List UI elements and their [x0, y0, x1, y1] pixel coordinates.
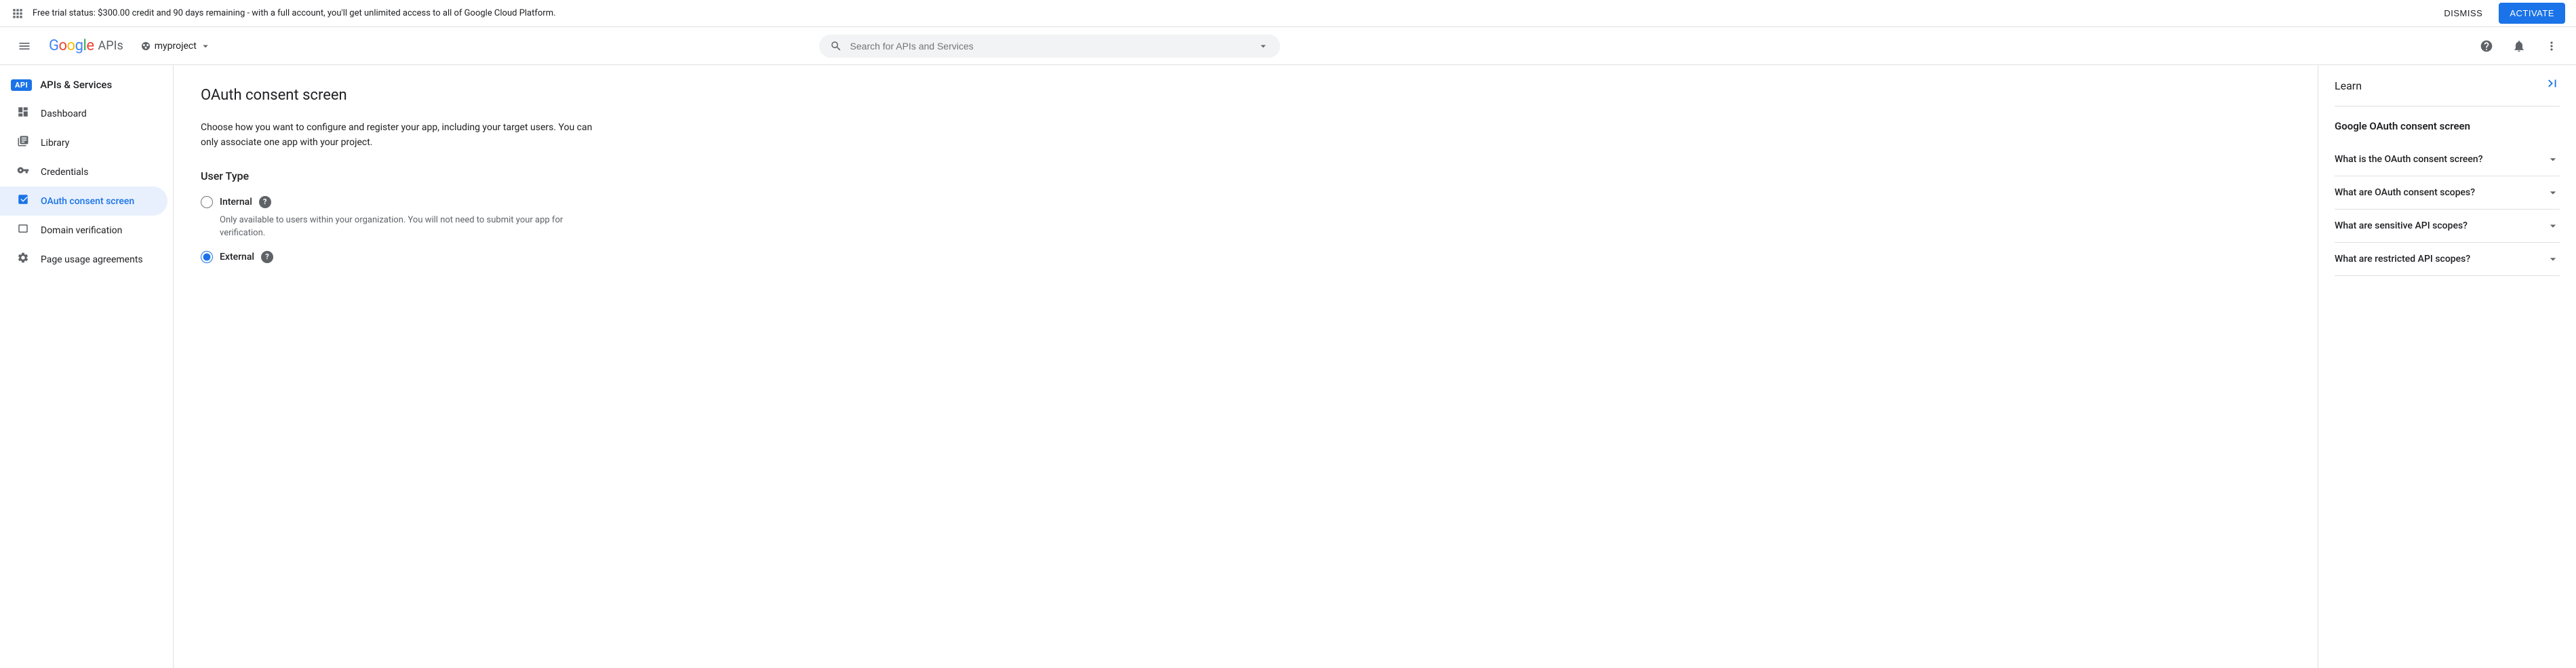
page-title: OAuth consent screen — [201, 87, 2291, 104]
sidebar-title: APIs & Services — [40, 79, 112, 91]
oauth-icon — [16, 193, 30, 209]
faq-chevron-1 — [2546, 186, 2560, 199]
project-selector[interactable]: myproject — [134, 37, 217, 55]
help-button[interactable] — [2473, 33, 2500, 60]
faq-question-0: What is the OAuth consent screen? — [2335, 154, 2546, 165]
learn-faq-item-1[interactable]: What are OAuth consent scopes? — [2335, 176, 2560, 210]
learn-faq-item-3[interactable]: What are restricted API scopes? — [2335, 243, 2560, 276]
search-icon — [830, 40, 842, 52]
sidebar: API APIs & Services Dashboard Library — [0, 65, 174, 668]
external-option-row: External ? — [201, 251, 2291, 263]
activate-button[interactable]: ACTIVATE — [2499, 3, 2565, 24]
banner-left: Free trial status: $300.00 credit and 90… — [11, 7, 556, 20]
faq-question-2: What are sensitive API scopes? — [2335, 220, 2546, 231]
external-help-icon[interactable]: ? — [261, 251, 273, 263]
sidebar-item-label: Library — [41, 138, 69, 149]
notifications-button[interactable] — [2505, 33, 2533, 60]
sidebar-item-oauth-consent[interactable]: OAuth consent screen — [0, 186, 167, 216]
hamburger-menu-button[interactable] — [11, 33, 38, 60]
agreements-icon — [16, 252, 30, 267]
main-content: OAuth consent screen Choose how you want… — [174, 65, 2318, 668]
learn-panel: Learn Google OAuth consent screen What i… — [2318, 65, 2576, 668]
sidebar-item-label: Domain verification — [41, 225, 122, 236]
domain-icon — [16, 222, 30, 238]
main-layout: API APIs & Services Dashboard Library — [0, 65, 2576, 668]
apis-text: APIs — [98, 39, 123, 53]
external-label[interactable]: External — [220, 252, 254, 262]
internal-description: Only available to users within your orga… — [220, 214, 572, 240]
sidebar-item-library[interactable]: Library — [0, 128, 167, 157]
faq-question-3: What are restricted API scopes? — [2335, 254, 2546, 264]
header: Google APIs myproject — [0, 27, 2576, 65]
learn-faq-item-2[interactable]: What are sensitive API scopes? — [2335, 210, 2560, 243]
sidebar-item-label: OAuth consent screen — [41, 196, 134, 207]
internal-option-row: Internal ? Only available to users withi… — [201, 196, 2291, 240]
banner-text: Free trial status: $300.00 credit and 90… — [33, 8, 556, 18]
search-expand-icon — [1257, 40, 1269, 52]
internal-radio-option[interactable]: Internal ? — [201, 196, 2291, 208]
learn-header: Learn — [2335, 76, 2560, 106]
more-options-button[interactable] — [2538, 33, 2565, 60]
api-badge: API — [11, 79, 32, 91]
sidebar-item-label: Credentials — [41, 167, 88, 178]
project-name: myproject — [155, 41, 197, 52]
google-apis-logo[interactable]: Google APIs — [49, 37, 123, 54]
search-bar[interactable] — [819, 35, 1280, 58]
external-radio[interactable] — [201, 251, 213, 263]
faq-chevron-3 — [2546, 252, 2560, 266]
external-radio-option[interactable]: External ? — [201, 251, 2291, 263]
header-right — [2473, 33, 2565, 60]
top-banner: Free trial status: $300.00 credit and 90… — [0, 0, 2576, 27]
faq-question-1: What are OAuth consent scopes? — [2335, 187, 2546, 198]
learn-faq-item-0[interactable]: What is the OAuth consent screen? — [2335, 143, 2560, 176]
faq-chevron-2 — [2546, 219, 2560, 233]
apps-grid-icon[interactable] — [11, 7, 24, 20]
sidebar-item-label: Page usage agreements — [41, 254, 143, 265]
sidebar-item-label: Dashboard — [41, 109, 87, 119]
internal-help-icon[interactable]: ? — [259, 196, 271, 208]
dismiss-button[interactable]: DISMISS — [2436, 4, 2491, 22]
credentials-icon — [16, 164, 30, 180]
sidebar-item-page-usage[interactable]: Page usage agreements — [0, 245, 167, 274]
user-type-label: User Type — [201, 170, 2291, 182]
google-wordmark: Google — [49, 37, 94, 54]
internal-label[interactable]: Internal — [220, 197, 252, 208]
internal-radio[interactable] — [201, 196, 213, 208]
learn-title: Learn — [2335, 79, 2362, 92]
sidebar-item-dashboard[interactable]: Dashboard — [0, 99, 167, 128]
content-area: OAuth consent screen Choose how you want… — [174, 65, 2576, 668]
sidebar-header: API APIs & Services — [0, 71, 173, 99]
sidebar-item-credentials[interactable]: Credentials — [0, 157, 167, 186]
dashboard-icon — [16, 106, 30, 121]
library-icon — [16, 135, 30, 151]
faq-chevron-0 — [2546, 153, 2560, 166]
project-dropdown-icon — [199, 40, 212, 52]
learn-section-title: Google OAuth consent screen — [2335, 120, 2560, 132]
sidebar-item-domain-verification[interactable]: Domain verification — [0, 216, 167, 245]
learn-collapse-button[interactable] — [2545, 76, 2560, 95]
description: Choose how you want to configure and reg… — [201, 120, 608, 151]
banner-right: DISMISS ACTIVATE — [2436, 3, 2565, 24]
search-input[interactable] — [850, 41, 1249, 52]
project-dot-icon — [140, 40, 152, 52]
